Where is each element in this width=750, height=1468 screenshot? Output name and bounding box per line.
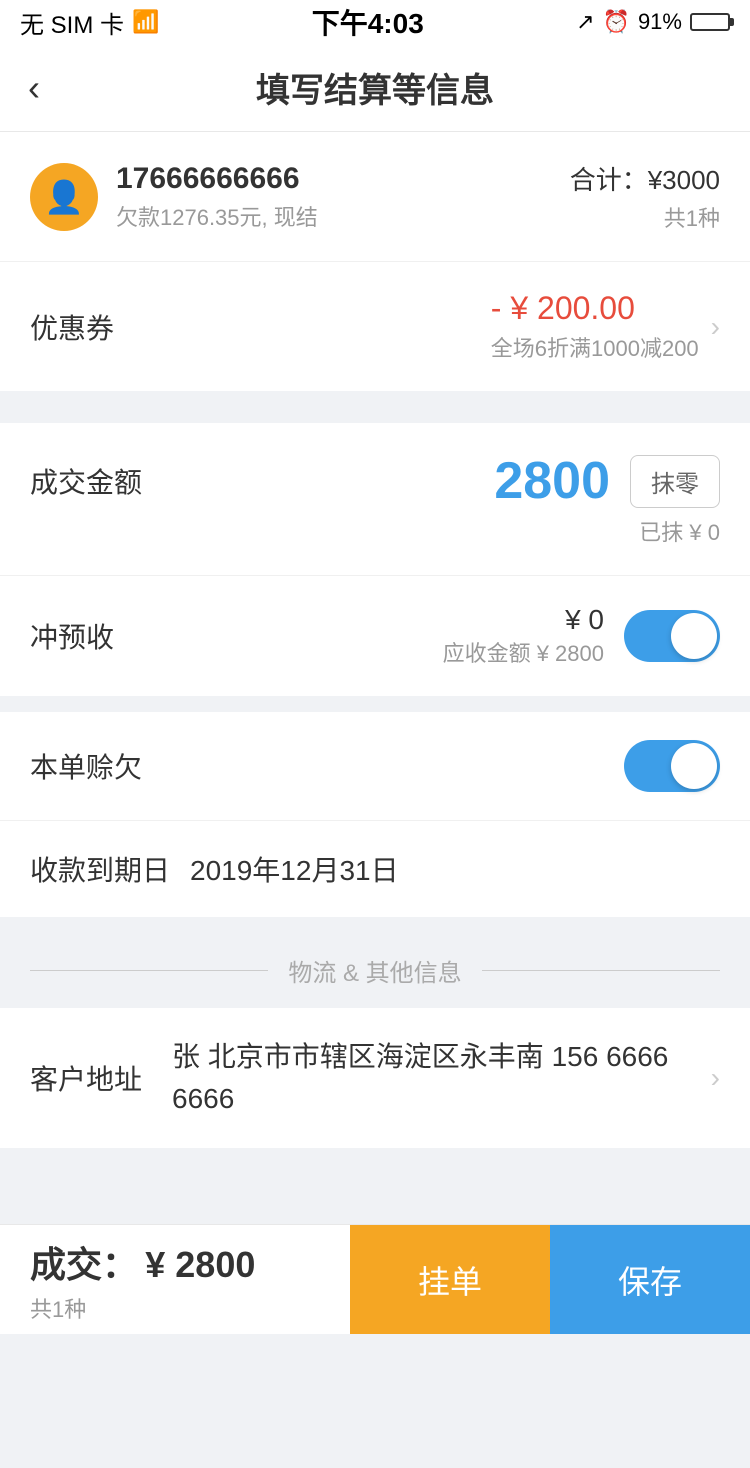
back-button[interactable]: ‹: [28, 67, 40, 109]
address-value: 张 北京市市辖区海淀区永丰南 156 6666 6666: [172, 1036, 711, 1120]
round-button[interactable]: 抹零: [630, 455, 720, 508]
debit-section: 本单赊欠: [0, 712, 750, 820]
debit-toggle[interactable]: [624, 740, 720, 792]
hold-button[interactable]: 挂单: [350, 1225, 550, 1334]
status-bar: 无 SIM 卡 📶 下午4:03 ↗ ⏰ 91%: [0, 0, 750, 44]
battery-icon: [690, 13, 730, 31]
prepayment-label: 冲预收: [30, 616, 114, 656]
user-info-section: 👤 17666666666 欠款1276.35元, 现结 合计：¥3000 共1…: [0, 132, 750, 391]
date-row: 收款到期日 2019年12月31日: [30, 849, 720, 889]
section-divider-1: [0, 407, 750, 423]
due-date-section: 收款到期日 2019年12月31日: [0, 820, 750, 917]
prepayment-right: ¥ 0 应收金额 ¥ 2800: [443, 604, 720, 668]
status-right: ↗ ⏰ 91%: [576, 9, 730, 35]
amount-row: 成交金额 2800 抹零: [30, 451, 720, 511]
total-label: 合计：¥3000: [570, 160, 720, 197]
location-icon: ↗: [576, 9, 594, 35]
coupon-sub: 全场6折满1000减200: [491, 331, 699, 363]
prepayment-amount: ¥ 0: [443, 604, 604, 636]
save-button[interactable]: 保存: [550, 1225, 750, 1334]
status-time: 下午4:03: [312, 2, 424, 42]
section-divider-2: [0, 696, 750, 712]
total-count: 共1种: [570, 201, 720, 233]
debit-toggle-knob: [671, 743, 717, 789]
alarm-icon: ⏰: [603, 9, 630, 35]
date-label: 收款到期日: [30, 849, 170, 889]
avatar-icon: 👤: [44, 178, 84, 216]
debit-label: 本单赊欠: [30, 746, 142, 786]
user-info: 17666666666 欠款1276.35元, 现结: [116, 162, 318, 232]
bottom-deal-amount: ¥ 2800: [145, 1244, 255, 1285]
transaction-label: 成交金额: [30, 461, 142, 501]
transaction-section: 成交金额 2800 抹零 已抹 ¥ 0: [0, 423, 750, 575]
coupon-value: - ¥ 200.00: [491, 290, 699, 327]
user-row: 👤 17666666666 欠款1276.35元, 现结 合计：¥3000 共1…: [0, 132, 750, 261]
battery-percent: 91%: [638, 9, 682, 35]
amount-right: 2800 抹零: [494, 451, 720, 511]
prepayment-toggle[interactable]: [624, 610, 720, 662]
coupon-value-group: - ¥ 200.00 全场6折满1000减200: [491, 290, 699, 363]
prepayment-sub: 应收金额 ¥ 2800: [443, 636, 604, 668]
coupon-row[interactable]: 优惠券 - ¥ 200.00 全场6折满1000减200 ›: [0, 261, 750, 391]
logistics-label: 物流 & 其他信息: [288, 953, 461, 988]
bottom-bar: 成交： ¥ 2800 共1种 挂单 保存: [0, 1224, 750, 1334]
address-label: 客户地址: [30, 1058, 142, 1098]
address-section[interactable]: 客户地址 张 北京市市辖区海淀区永丰南 156 6666 6666 ›: [0, 1008, 750, 1148]
bottom-summary: 成交： ¥ 2800 共1种: [0, 1225, 350, 1334]
chevron-right-icon: ›: [711, 311, 720, 343]
user-sub-text: 欠款1276.35元, 现结: [116, 200, 318, 232]
avatar: 👤: [30, 163, 98, 231]
logistics-divider: 物流 & 其他信息: [0, 933, 750, 1008]
nav-bar: ‹ 填写结算等信息: [0, 44, 750, 132]
transaction-sub: 已抹 ¥ 0: [30, 515, 720, 547]
divider-line-left: [30, 970, 268, 971]
page-title: 填写结算等信息: [256, 63, 494, 112]
transaction-value: 2800: [494, 451, 610, 511]
prepayment-row: 冲预收 ¥ 0 应收金额 ¥ 2800: [0, 575, 750, 696]
bottom-deal-prefix: 成交：: [30, 1244, 138, 1285]
date-value: 2019年12月31日: [190, 849, 399, 889]
bottom-count: 共1种: [30, 1292, 320, 1324]
divider-line-right: [482, 970, 720, 971]
user-phone: 17666666666: [116, 162, 318, 196]
status-left: 无 SIM 卡 📶: [20, 5, 159, 40]
carrier-label: 无 SIM 卡: [20, 5, 124, 40]
user-right: 合计：¥3000 共1种: [570, 160, 720, 233]
wifi-icon: 📶: [132, 9, 159, 35]
prepayment-value-group: ¥ 0 应收金额 ¥ 2800: [443, 604, 604, 668]
coupon-right: - ¥ 200.00 全场6折满1000减200 ›: [491, 290, 720, 363]
toggle-knob: [671, 613, 717, 659]
bottom-deal: 成交： ¥ 2800: [30, 1236, 320, 1288]
user-left: 👤 17666666666 欠款1276.35元, 现结: [30, 162, 318, 232]
address-chevron-icon: ›: [711, 1062, 720, 1094]
coupon-label: 优惠券: [30, 307, 114, 347]
